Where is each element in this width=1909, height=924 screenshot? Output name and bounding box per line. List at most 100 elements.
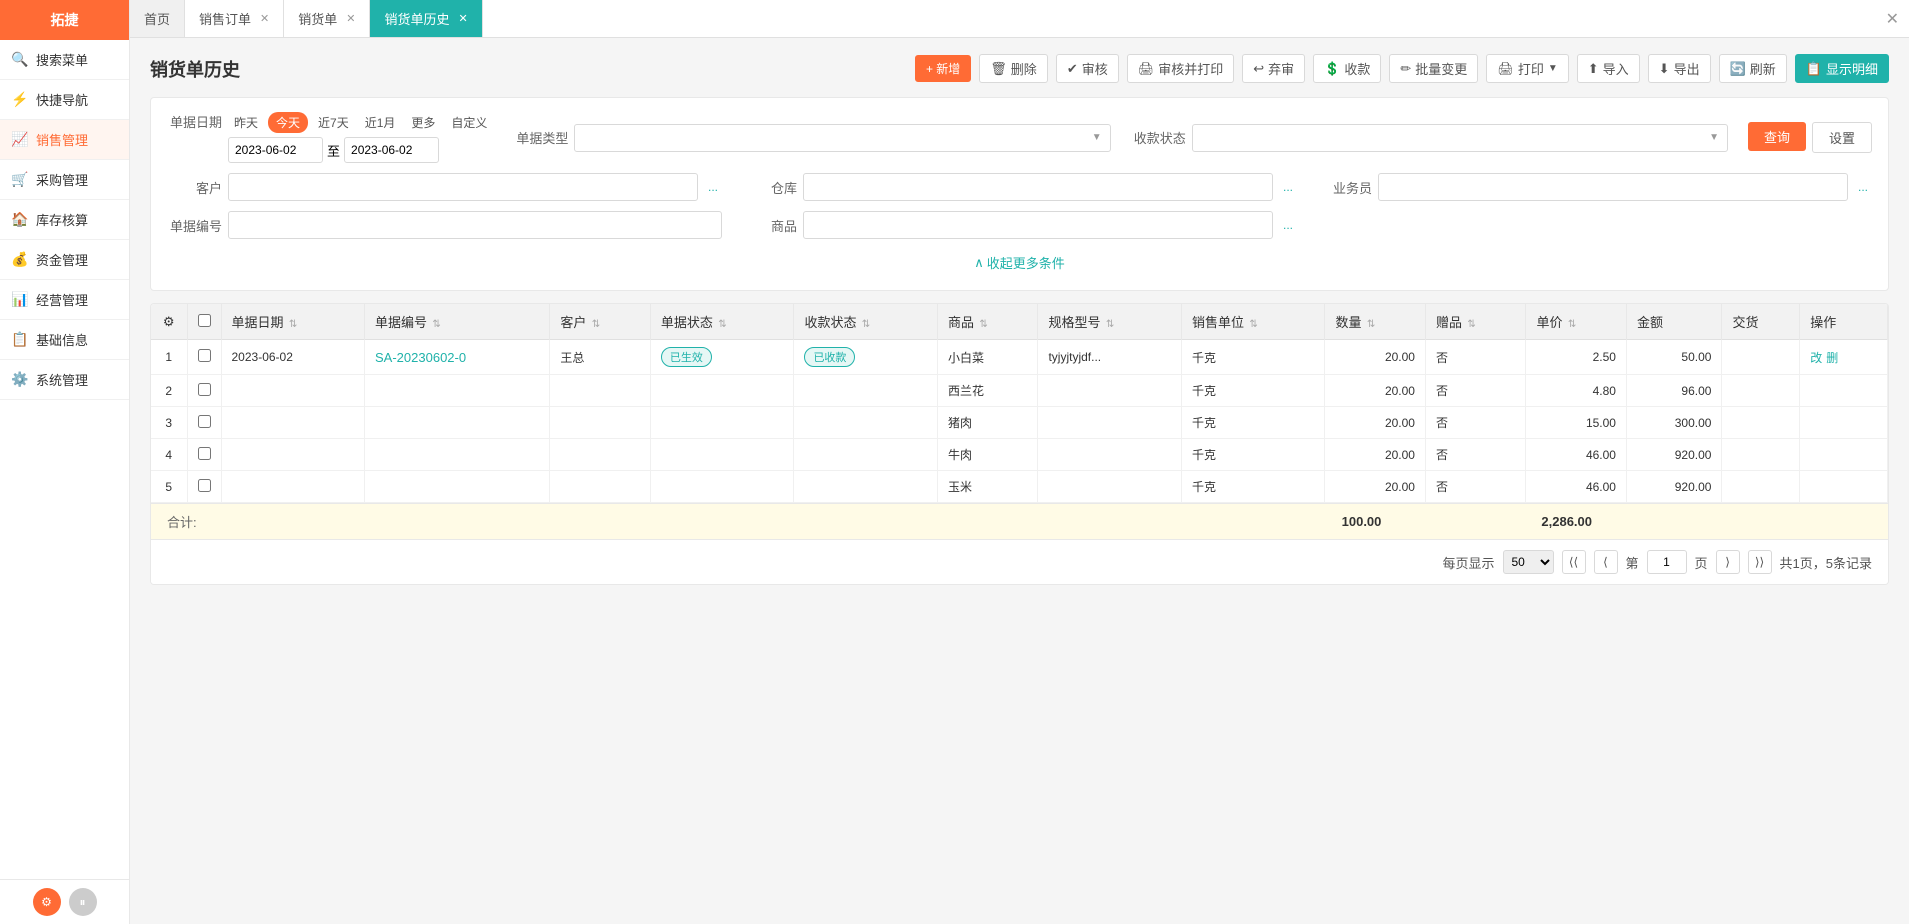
col-customer-header[interactable]: 客户 ⇅ <box>550 304 651 340</box>
sidebar-item-basic-info[interactable]: 📋 基础信息 <box>0 320 129 360</box>
col-doc-status-header[interactable]: 单据状态 ⇅ <box>650 304 794 340</box>
row-checkbox[interactable] <box>198 479 211 492</box>
col-unit-header[interactable]: 销售单位 ⇅ <box>1181 304 1325 340</box>
collapse-button[interactable]: ∧ 收起更多条件 <box>167 249 1872 276</box>
cell-doc-date <box>221 471 365 503</box>
col-spec-header[interactable]: 规格型号 ⇅ <box>1038 304 1182 340</box>
shortcut-yesterday[interactable]: 昨天 <box>228 112 264 133</box>
shortcut-today[interactable]: 今天 <box>268 112 308 133</box>
tab-sales-order-close[interactable]: ✕ <box>260 12 269 25</box>
query-button[interactable]: 查询 <box>1748 122 1806 151</box>
sidebar-item-quick-nav[interactable]: ⚡ 快捷导航 <box>0 80 129 120</box>
doc-number-input[interactable] <box>228 211 722 239</box>
collect-status-badge: 已收款 <box>804 347 855 367</box>
goods-input[interactable] <box>803 211 1273 239</box>
doc-type-select[interactable]: ▼ <box>574 124 1110 152</box>
tab-sales-order[interactable]: 销售订单 ✕ <box>185 0 284 37</box>
page-number-input[interactable] <box>1647 550 1687 574</box>
cell-checkbox[interactable] <box>187 407 221 439</box>
abandon-button[interactable]: ↩ 弃审 <box>1242 54 1305 83</box>
sidebar-item-search-menu[interactable]: 🔍 搜索菜单 <box>0 40 129 80</box>
col-unit-price-header[interactable]: 单价 ⇅ <box>1526 304 1627 340</box>
cell-unit: 千克 <box>1181 340 1325 375</box>
row-checkbox[interactable] <box>198 415 211 428</box>
audit-button[interactable]: ✔ 审核 <box>1056 54 1119 83</box>
cell-customer <box>550 439 651 471</box>
col-customer-label: 客户 <box>560 315 586 330</box>
action-delete[interactable]: 删 <box>1826 351 1838 365</box>
col-doc-date-header[interactable]: 单据日期 ⇅ <box>221 304 365 340</box>
col-config-header[interactable]: ⚙ <box>151 304 187 340</box>
sidebar-item-system-mgmt[interactable]: ⚙️ 系统管理 <box>0 360 129 400</box>
export-button[interactable]: ⬇ 导出 <box>1648 54 1711 83</box>
tab-sales-history-close[interactable]: ✕ <box>459 12 468 25</box>
salesperson-ellipsis[interactable]: ... <box>1854 180 1872 194</box>
import-button[interactable]: ⬆ 导入 <box>1577 54 1640 83</box>
doc-number-link[interactable]: SA-20230602-0 <box>375 350 466 365</box>
col-amount-header[interactable]: 金额 <box>1626 304 1721 340</box>
collect-status-select[interactable]: ▼ <box>1192 124 1728 152</box>
cell-checkbox[interactable] <box>187 471 221 503</box>
cell-checkbox[interactable] <box>187 340 221 375</box>
salesperson-input[interactable] <box>1378 173 1848 201</box>
tab-sales-delivery-close[interactable]: ✕ <box>346 12 355 25</box>
operations-icon: 📊 <box>12 292 28 308</box>
audit-print-button[interactable]: 🖨 审核并打印 <box>1127 54 1235 83</box>
goods-ellipsis[interactable]: ... <box>1279 218 1297 232</box>
col-collect-status-header[interactable]: 收款状态 ⇅ <box>794 304 938 340</box>
tab-close-all-icon[interactable]: ✕ <box>1886 9 1899 29</box>
cell-checkbox[interactable] <box>187 439 221 471</box>
refresh-button[interactable]: 🔄 刷新 <box>1719 54 1787 83</box>
new-button[interactable]: + 新增 <box>915 55 971 82</box>
delete-button[interactable]: 🗑 删除 <box>979 54 1048 83</box>
select-all-checkbox[interactable] <box>198 314 211 327</box>
page-next-button[interactable]: ⟩ <box>1716 550 1740 574</box>
col-gift-header[interactable]: 赠品 ⇅ <box>1425 304 1526 340</box>
tab-sales-history[interactable]: 销货单历史 ✕ <box>370 0 482 37</box>
sidebar-item-operations[interactable]: 📊 经营管理 <box>0 280 129 320</box>
date-start-input[interactable] <box>228 137 323 163</box>
row-checkbox[interactable] <box>198 349 211 362</box>
collect-button[interactable]: 💲 收款 <box>1313 54 1381 83</box>
page-first-button[interactable]: ⟨⟨ <box>1562 550 1586 574</box>
customer-input[interactable] <box>228 173 698 201</box>
col-quantity-header[interactable]: 数量 ⇅ <box>1325 304 1426 340</box>
shortcut-more[interactable]: 更多 <box>405 112 441 133</box>
col-doc-number-header[interactable]: 单据编号 ⇅ <box>365 304 550 340</box>
tab-sales-delivery-label: 销货单 <box>298 9 337 28</box>
row-checkbox[interactable] <box>198 447 211 460</box>
shortcut-custom[interactable]: 自定义 <box>445 112 493 133</box>
cell-unit-price: 15.00 <box>1526 407 1627 439</box>
warehouse-input[interactable] <box>803 173 1273 201</box>
cell-doc-number: SA-20230602-0 <box>365 340 550 375</box>
sidebar-item-purchase-mgmt[interactable]: 🛒 采购管理 <box>0 160 129 200</box>
shortcut-1month[interactable]: 近1月 <box>359 112 402 133</box>
customer-ellipsis[interactable]: ... <box>704 180 722 194</box>
col-checkbox-header[interactable] <box>187 304 221 340</box>
warehouse-ellipsis[interactable]: ... <box>1279 180 1297 194</box>
col-goods-header[interactable]: 商品 ⇅ <box>937 304 1038 340</box>
sidebar-item-sales-mgmt[interactable]: 📈 销售管理 <box>0 120 129 160</box>
print-button[interactable]: 🖨 打印 ▼ <box>1486 54 1568 83</box>
show-detail-button[interactable]: 📋 显示明细 <box>1795 54 1889 83</box>
page-last-button[interactable]: ⟩⟩ <box>1748 550 1772 574</box>
cell-checkbox[interactable] <box>187 375 221 407</box>
batch-change-button[interactable]: ✏ 批量变更 <box>1389 54 1478 83</box>
sidebar-item-finance[interactable]: 💰 资金管理 <box>0 240 129 280</box>
collect-icon: 💲 <box>1324 61 1340 77</box>
shortcut-7days[interactable]: 近7天 <box>312 112 355 133</box>
tab-sales-delivery[interactable]: 销货单 ✕ <box>284 0 370 37</box>
cell-doc-number <box>365 375 550 407</box>
tab-home[interactable]: 首页 <box>130 0 185 37</box>
page-prev-button[interactable]: ⟨ <box>1594 550 1618 574</box>
settings-button[interactable]: 设置 <box>1812 122 1872 153</box>
sidebar-item-inventory[interactable]: 🏠 库存核算 <box>0 200 129 240</box>
row-checkbox[interactable] <box>198 383 211 396</box>
sidebar-bottom-btn2[interactable]: ⏸ <box>69 888 97 916</box>
sidebar-bottom-btn1[interactable]: ⚙ <box>33 888 61 916</box>
collect-status-label: 收款状态 <box>1131 128 1186 147</box>
action-edit[interactable]: 改 <box>1810 351 1822 365</box>
cell-collect-status <box>794 407 938 439</box>
date-end-input[interactable] <box>344 137 439 163</box>
page-size-select[interactable]: 50 100 200 <box>1503 550 1554 574</box>
